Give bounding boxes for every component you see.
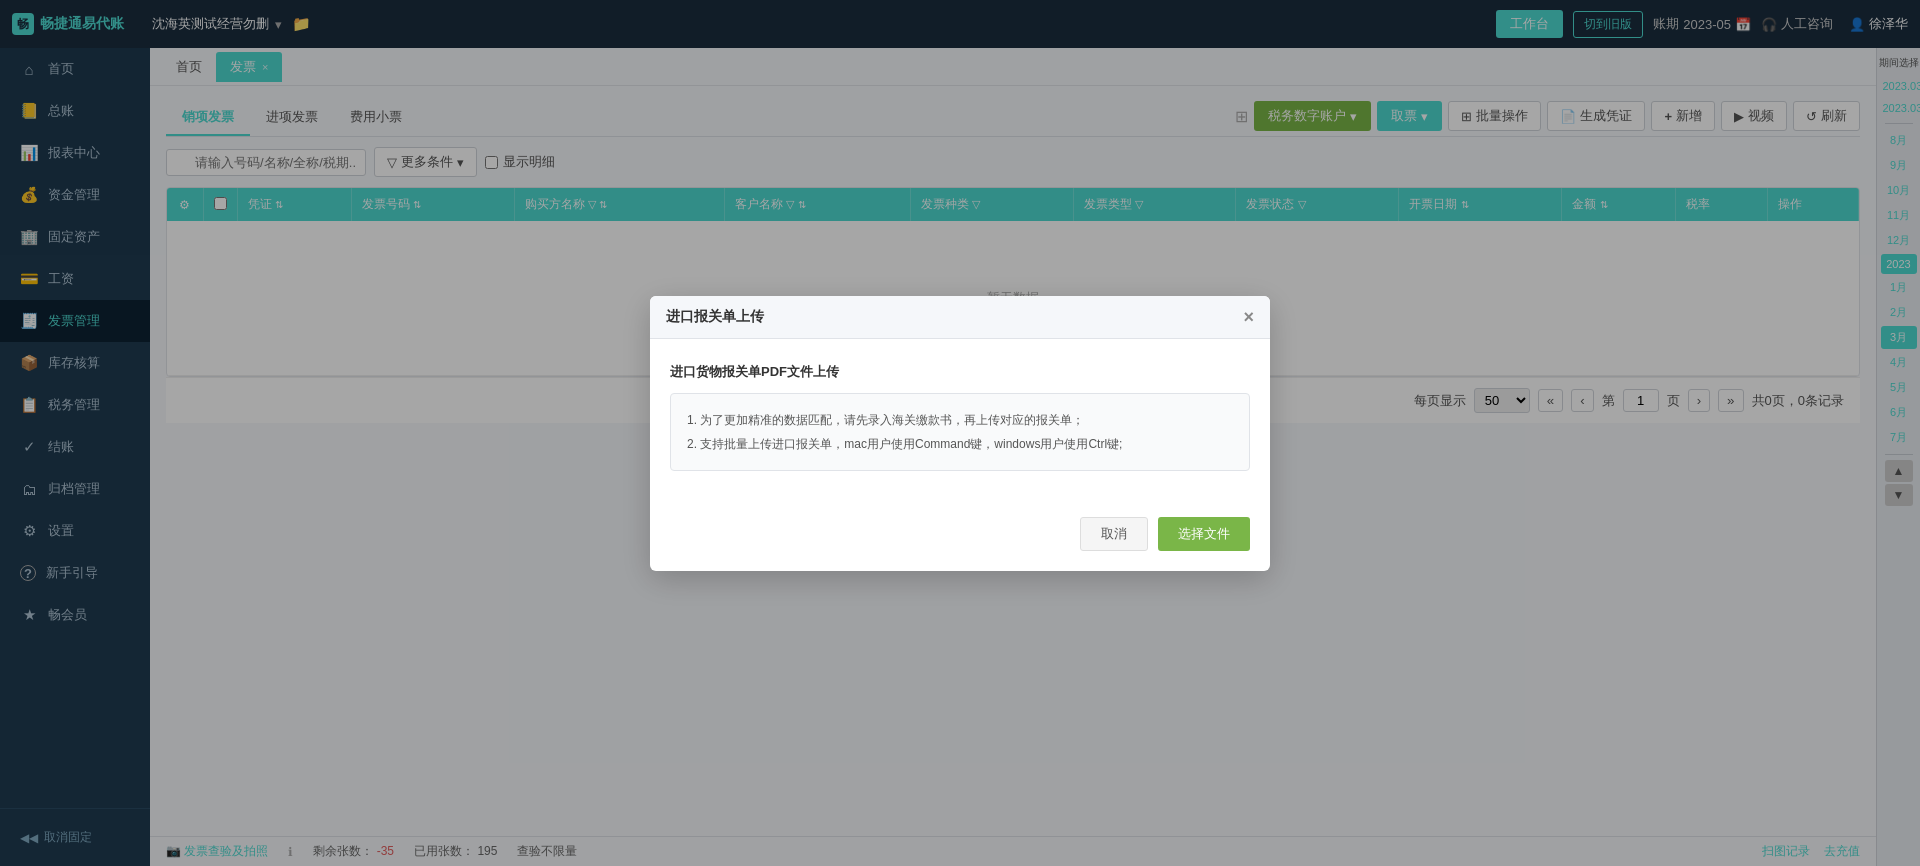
modal-info-item-2: 2. 支持批量上传进口报关单，mac用户使用Command键，windows用户… bbox=[687, 432, 1233, 456]
modal: 进口报关单上传 × 进口货物报关单PDF文件上传 1. 为了更加精准的数据匹配，… bbox=[650, 296, 1270, 571]
modal-info-item-1: 1. 为了更加精准的数据匹配，请先录入海关缴款书，再上传对应的报关单； bbox=[687, 408, 1233, 432]
modal-cancel-btn[interactable]: 取消 bbox=[1080, 517, 1148, 551]
modal-body: 进口货物报关单PDF文件上传 1. 为了更加精准的数据匹配，请先录入海关缴款书，… bbox=[650, 339, 1270, 507]
modal-section-title: 进口货物报关单PDF文件上传 bbox=[670, 363, 1250, 381]
modal-header: 进口报关单上传 × bbox=[650, 296, 1270, 339]
modal-close-btn[interactable]: × bbox=[1243, 308, 1254, 326]
modal-overlay[interactable]: 进口报关单上传 × 进口货物报关单PDF文件上传 1. 为了更加精准的数据匹配，… bbox=[0, 0, 1920, 866]
modal-info-box: 1. 为了更加精准的数据匹配，请先录入海关缴款书，再上传对应的报关单； 2. 支… bbox=[670, 393, 1250, 471]
modal-title: 进口报关单上传 bbox=[666, 308, 764, 326]
modal-select-file-btn[interactable]: 选择文件 bbox=[1158, 517, 1250, 551]
modal-footer: 取消 选择文件 bbox=[650, 507, 1270, 571]
